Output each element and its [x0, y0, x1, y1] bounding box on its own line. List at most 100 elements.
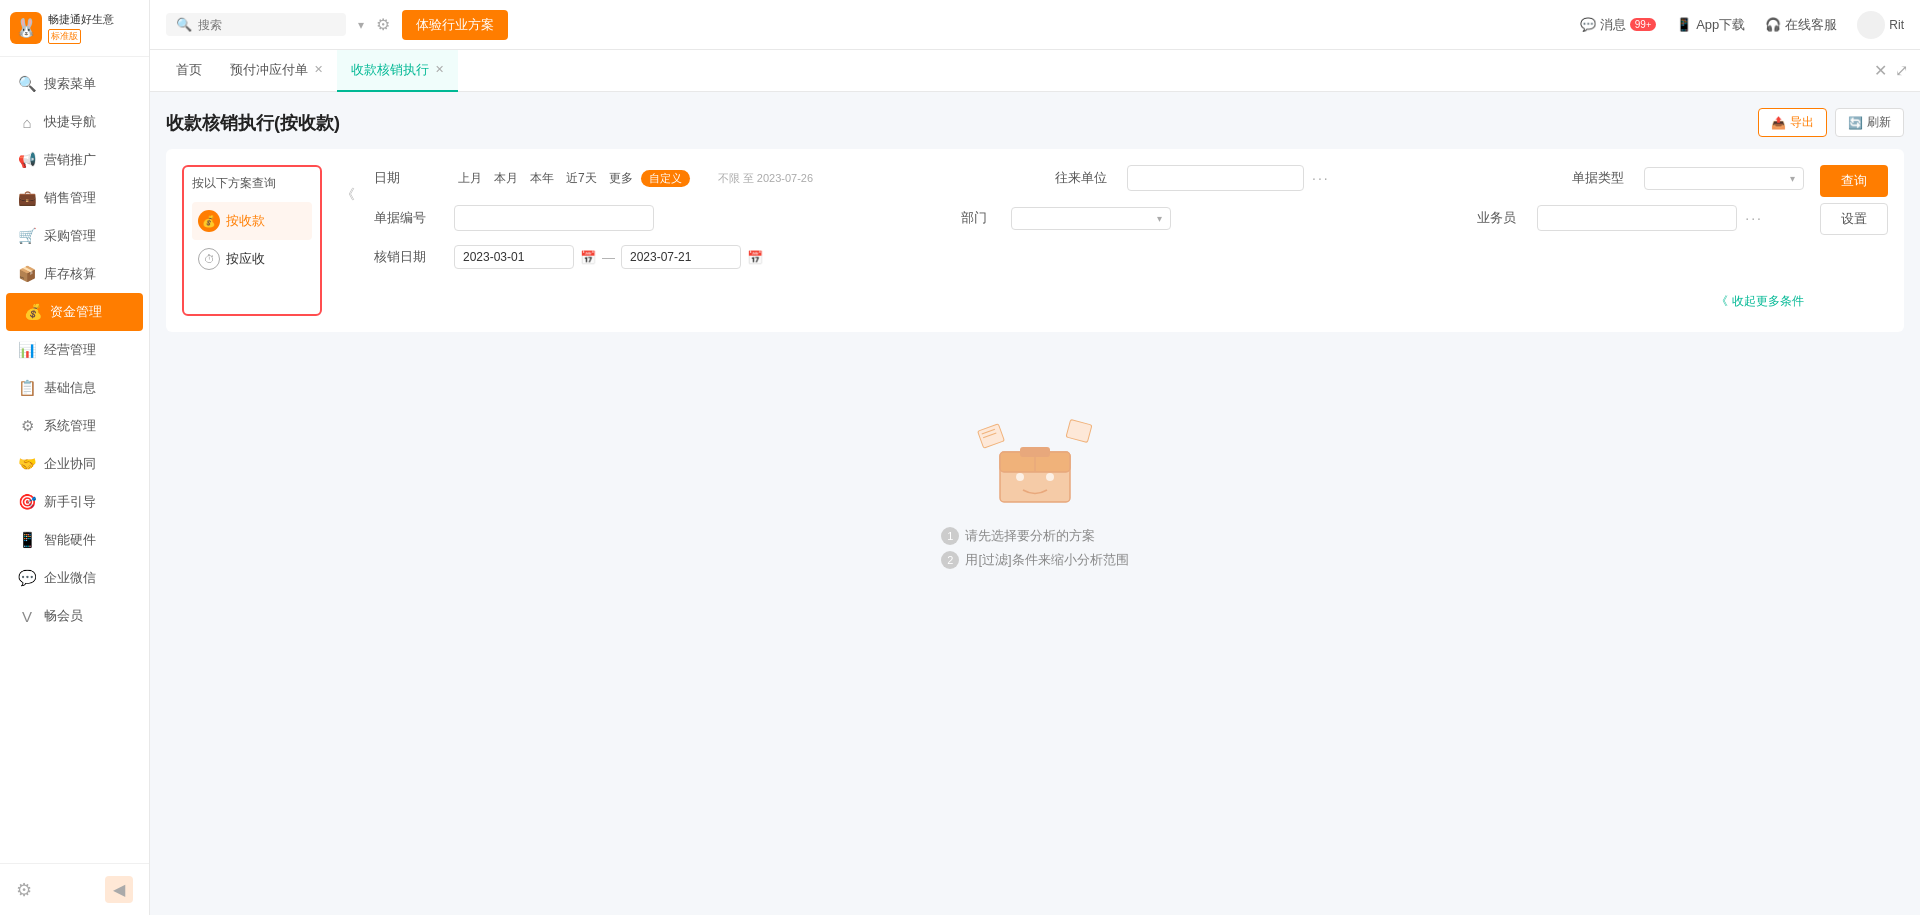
sidebar-item-enterprise[interactable]: 🤝 企业协同 — [0, 445, 149, 483]
avatar — [1857, 11, 1885, 39]
voucher-no-input[interactable] — [454, 205, 654, 231]
writeoff-date-start-cal-icon[interactable]: 📅 — [580, 250, 596, 265]
counterparty-field: ··· — [1127, 165, 1329, 191]
app-download-action[interactable]: 📱 App下载 — [1676, 16, 1745, 34]
message-action[interactable]: 💬 消息 99+ — [1580, 16, 1656, 34]
top-bar: 🔍 ▾ ⚙ 体验行业方案 💬 消息 99+ 📱 App下载 🎧 在线客服 — [150, 0, 1920, 50]
page-header-actions: 📤 导出 🔄 刷新 — [1758, 108, 1904, 137]
writeoff-date-separator: — — [602, 250, 615, 265]
sidebar-label-basic-info: 基础信息 — [44, 379, 96, 397]
date-btn-this-month[interactable]: 本月 — [490, 168, 522, 189]
sidebar-item-search[interactable]: 🔍 搜索菜单 — [0, 65, 149, 103]
filter-settings-button[interactable]: 设置 — [1820, 203, 1888, 235]
tab-home[interactable]: 首页 — [162, 50, 216, 92]
sidebar-item-finance[interactable]: 💰 资金管理 — [6, 293, 143, 331]
sidebar-item-inventory[interactable]: 📦 库存核算 — [0, 255, 149, 293]
voucher-type-select[interactable]: ▾ — [1644, 167, 1804, 190]
export-label: 导出 — [1790, 114, 1814, 131]
writeoff-date-end-cal-icon[interactable]: 📅 — [747, 250, 763, 265]
staff-field: ··· — [1537, 205, 1804, 231]
collapse-sidebar-button[interactable]: ◀ — [105, 876, 133, 903]
sidebar-item-guide[interactable]: 🎯 新手引导 — [0, 483, 149, 521]
query-collapse-arrow[interactable]: 《 — [338, 165, 358, 225]
counterparty-input[interactable] — [1127, 165, 1304, 191]
date-btn-this-year[interactable]: 本年 — [526, 168, 558, 189]
query-button[interactable]: 查询 — [1820, 165, 1888, 197]
search-input[interactable] — [198, 18, 318, 32]
department-arrow-icon: ▾ — [1157, 213, 1162, 224]
home-icon: ⌂ — [18, 114, 36, 131]
voucher-type-label: 单据类型 — [1572, 169, 1624, 187]
staff-dots[interactable]: ··· — [1745, 210, 1763, 226]
tab-bar-actions: ✕ ⤢ — [1874, 61, 1908, 80]
tab-receipt-offset-close-icon[interactable]: ✕ — [435, 63, 444, 76]
filter-panel: 按以下方案查询 💰 按收款 ⏱ 按应收 《 日期 上月 — [166, 149, 1904, 332]
user-profile[interactable]: Rit — [1857, 11, 1904, 39]
collapse-conditions-label: 收起更多条件 — [1732, 293, 1804, 310]
writeoff-date-end-input[interactable] — [621, 245, 741, 269]
sidebar-item-marketing[interactable]: 📢 营销推广 — [0, 141, 149, 179]
settings-icon[interactable]: ⚙ — [16, 879, 32, 901]
tab-receipt-offset[interactable]: 收款核销执行 ✕ — [337, 50, 458, 92]
sidebar-item-wechat[interactable]: 💬 企业微信 — [0, 559, 149, 597]
user-name: Rit — [1889, 18, 1904, 32]
empty-state: 1 请先选择要分析的方案 2 用[过滤]条件来缩小分析范围 — [166, 332, 1904, 649]
sidebar-item-sales[interactable]: 💼 销售管理 — [0, 179, 149, 217]
tab-prepay-close-icon[interactable]: ✕ — [314, 63, 323, 76]
date-btn-7days[interactable]: 近7天 — [562, 168, 601, 189]
filter-form: 日期 上月 本月 本年 近7天 更多 自定义 不限 至 2023-07-26 往 — [374, 165, 1804, 316]
sidebar-item-operations[interactable]: 📊 经营管理 — [0, 331, 149, 369]
topbar-gear-icon[interactable]: ⚙ — [376, 15, 390, 34]
tab-prepay[interactable]: 预付冲应付单 ✕ — [216, 50, 337, 92]
tab-close-all-icon[interactable]: ✕ — [1874, 61, 1887, 80]
vip-icon: V — [18, 608, 36, 625]
collapse-conditions-button[interactable]: 《 收起更多条件 — [1716, 287, 1804, 316]
date-custom-tag[interactable]: 自定义 — [641, 170, 690, 187]
sidebar-item-hardware[interactable]: 📱 智能硬件 — [0, 521, 149, 559]
staff-input[interactable] — [1537, 205, 1737, 231]
empty-tips: 1 请先选择要分析的方案 2 用[过滤]条件来缩小分析范围 — [941, 527, 1128, 569]
operations-icon: 📊 — [18, 341, 36, 359]
export-icon: 📤 — [1771, 116, 1786, 130]
export-button[interactable]: 📤 导出 — [1758, 108, 1827, 137]
date-btn-last-month[interactable]: 上月 — [454, 168, 486, 189]
guide-icon: 🎯 — [18, 493, 36, 511]
inventory-icon: 📦 — [18, 265, 36, 283]
online-service-label: 在线客服 — [1785, 16, 1837, 34]
main-area: 🔍 ▾ ⚙ 体验行业方案 💬 消息 99+ 📱 App下载 🎧 在线客服 — [150, 0, 1920, 915]
filter-row-writeoff: 核销日期 📅 — 📅 — [374, 245, 1804, 269]
page-title: 收款核销执行(按收款) — [166, 111, 340, 135]
refresh-button[interactable]: 🔄 刷新 — [1835, 108, 1904, 137]
sidebar-label-finance: 资金管理 — [50, 303, 102, 321]
message-icon: 💬 — [1580, 17, 1596, 32]
sidebar-label-guide: 新手引导 — [44, 493, 96, 511]
online-service-action[interactable]: 🎧 在线客服 — [1765, 16, 1837, 34]
sidebar-item-quick-nav[interactable]: ⌂ 快捷导航 — [0, 103, 149, 141]
search-bar[interactable]: 🔍 — [166, 13, 346, 36]
tab-prepay-label: 预付冲应付单 — [230, 61, 308, 79]
hardware-icon: 📱 — [18, 531, 36, 549]
writeoff-date-start-input[interactable] — [454, 245, 574, 269]
svg-point-4 — [1016, 473, 1024, 481]
department-label: 部门 — [961, 209, 991, 227]
query-option-by-receivable[interactable]: ⏱ 按应收 — [192, 240, 312, 278]
sidebar: 🐰 畅捷通好生意 标准版 🔍 搜索菜单 ⌂ 快捷导航 📢 营销推广 💼 销售管理… — [0, 0, 150, 915]
date-btn-more[interactable]: 更多 — [605, 168, 637, 189]
department-select[interactable]: ▾ — [1011, 207, 1171, 230]
sidebar-nav: 🔍 搜索菜单 ⌂ 快捷导航 📢 营销推广 💼 销售管理 🛒 采购管理 📦 库存核… — [0, 57, 149, 863]
collapse-chevron-icon: 《 — [1716, 293, 1728, 310]
counterparty-dots[interactable]: ··· — [1312, 170, 1330, 186]
basic-info-icon: 📋 — [18, 379, 36, 397]
query-option-by-receipt[interactable]: 💰 按收款 — [192, 202, 312, 240]
filter-actions: 查询 设置 — [1820, 165, 1888, 316]
sidebar-item-vip[interactable]: V 畅会员 — [0, 597, 149, 635]
tip-num-1: 1 — [941, 527, 959, 545]
sidebar-label-search: 搜索菜单 — [44, 75, 96, 93]
industry-button[interactable]: 体验行业方案 — [402, 10, 508, 40]
sidebar-item-basic-info[interactable]: 📋 基础信息 — [0, 369, 149, 407]
svg-rect-6 — [978, 424, 1005, 448]
sidebar-item-system[interactable]: ⚙ 系统管理 — [0, 407, 149, 445]
message-badge: 99+ — [1630, 18, 1656, 31]
tab-maximize-icon[interactable]: ⤢ — [1895, 61, 1908, 80]
sidebar-item-purchase[interactable]: 🛒 采购管理 — [0, 217, 149, 255]
